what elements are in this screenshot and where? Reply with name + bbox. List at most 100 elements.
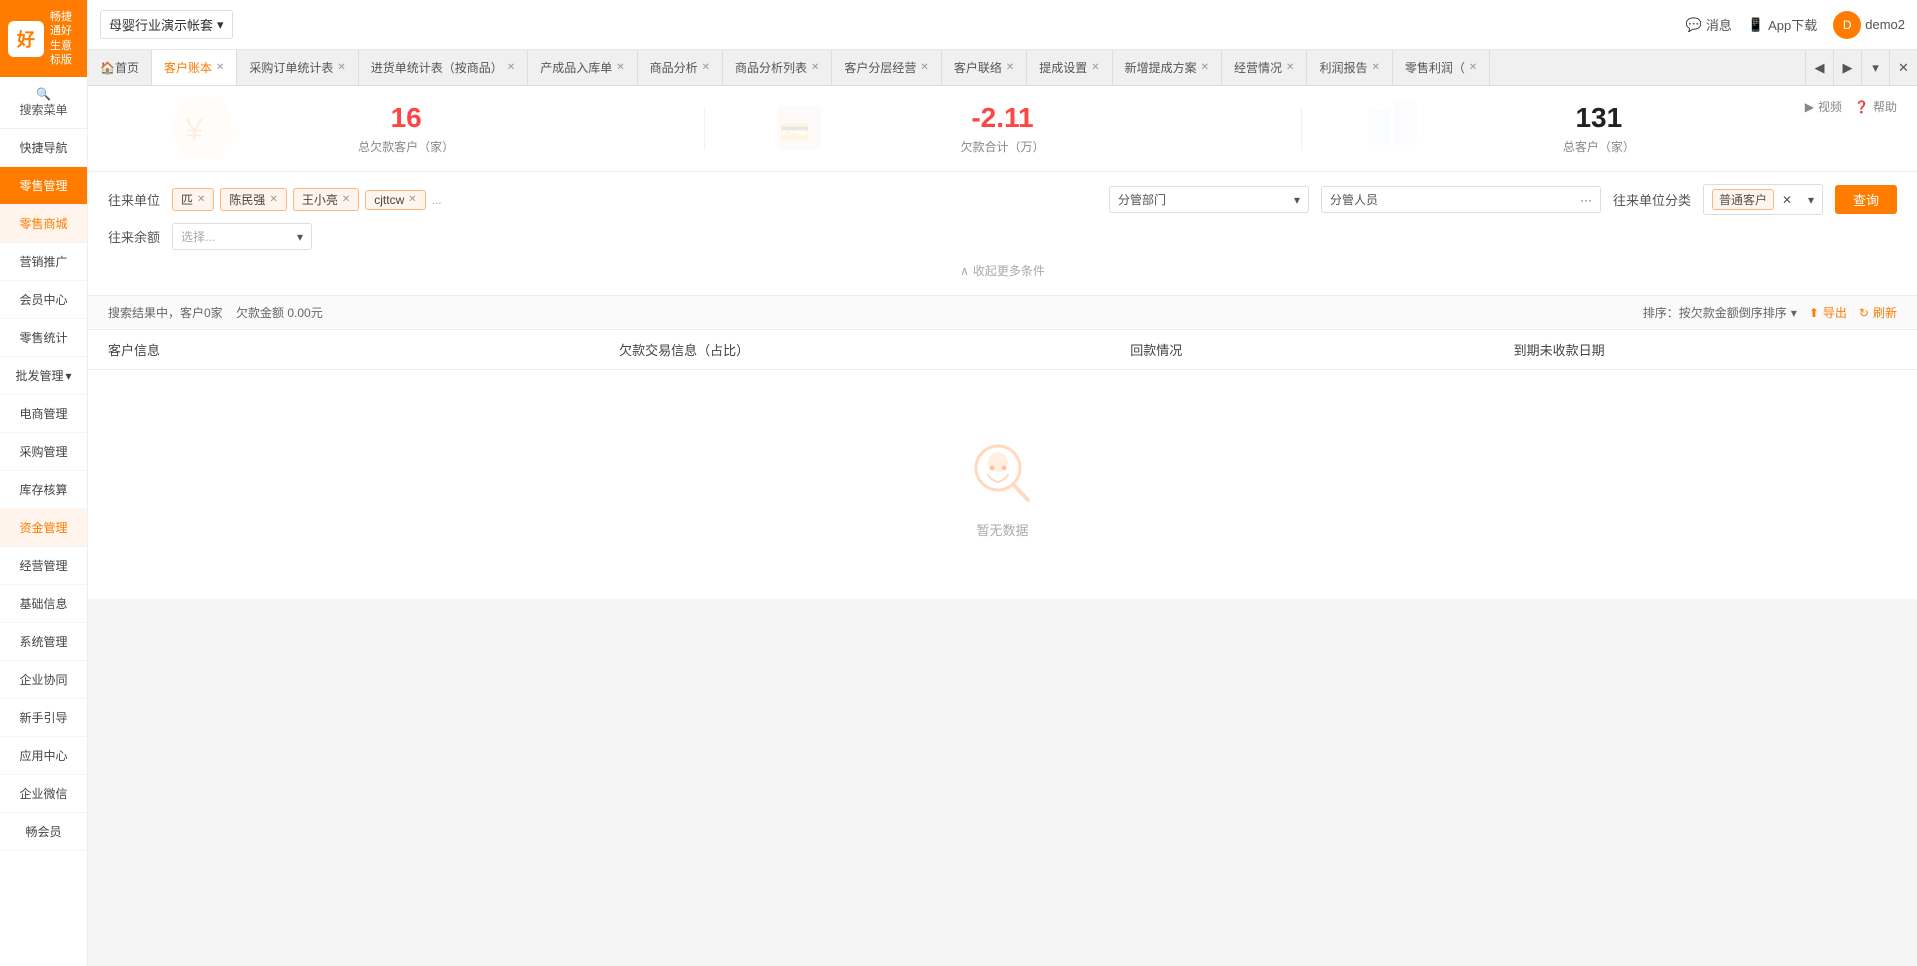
account-dropdown[interactable]: 母婴行业演示帐套 ▾	[100, 10, 233, 39]
sidebar-item-purchase[interactable]: 采购管理	[0, 433, 87, 471]
svg-text:¥: ¥	[184, 111, 203, 147]
chevron-down-dept-icon: ▾	[1294, 193, 1300, 207]
tab-retail-profit[interactable]: 零售利润（ ✕	[1393, 50, 1490, 85]
content: ¥ 16 总欠款客户（家） 💳 -2.11 欠款合计（万）	[88, 86, 1917, 966]
tab-product-inbound[interactable]: 产成品入库单 ✕	[528, 50, 637, 85]
person-select[interactable]: 分管人员 ···	[1321, 186, 1601, 213]
category-tag: 普通客户	[1712, 189, 1774, 210]
sidebar-item-wechat[interactable]: 企业微信	[0, 775, 87, 813]
sidebar-item-marketing[interactable]: 营销推广	[0, 243, 87, 281]
sidebar-item-search[interactable]: 🔍 搜索菜单	[0, 77, 87, 129]
sidebar-item-finance[interactable]: 资金管理	[0, 509, 87, 547]
empty-area: 暂无数据	[88, 370, 1917, 599]
messages-btn[interactable]: 💬 消息	[1686, 15, 1732, 34]
tab-close-profit-report[interactable]: ✕	[1371, 62, 1379, 73]
category-select[interactable]: 普通客户 ✕ ▾	[1703, 184, 1823, 215]
app-download-btn[interactable]: 📱 App下载	[1748, 15, 1817, 34]
sidebar-item-retail-mall[interactable]: 零售商城	[0, 205, 87, 243]
stat3-label: 总客户（家）	[1563, 138, 1635, 155]
help-icon: ❓	[1854, 100, 1869, 114]
collapse-btn[interactable]: ∧ 收起更多条件	[960, 262, 1045, 279]
tab-close-new-promotion[interactable]: ✕	[1201, 62, 1209, 73]
tab-customer-connect[interactable]: 客户联络 ✕	[942, 50, 1027, 85]
tabs-next-btn[interactable]: ▶	[1833, 50, 1861, 86]
filter-more-btn[interactable]: ...	[432, 193, 442, 207]
sidebar-item-quicknav[interactable]: 快捷导航	[0, 129, 87, 167]
video-btn[interactable]: ▶ 视频	[1805, 98, 1842, 115]
sidebar-item-newguide[interactable]: 新手引导	[0, 699, 87, 737]
logo-text: 畅捷通好生意 标版	[50, 10, 79, 67]
sidebar-item-ecommerce[interactable]: 电商管理	[0, 395, 87, 433]
chevron-down-icon: ▾	[217, 17, 224, 33]
tab-close-customer-connect[interactable]: ✕	[1006, 62, 1014, 73]
filter-row-2: 往来余额 选择... ▾	[108, 223, 1897, 250]
sidebar-item-wholesale[interactable]: 批发管理▾	[0, 357, 87, 395]
tab-close-purchase-orders[interactable]: ✕	[337, 62, 345, 73]
tabs-prev-btn[interactable]: ◀	[1805, 50, 1833, 86]
dept-select[interactable]: 分管部门 ▾	[1109, 186, 1309, 213]
filter-tags: 匹 ✕ 陈民强 ✕ 王小亮 ✕ cjttcw ✕ ...	[172, 188, 1097, 211]
sidebar-item-member[interactable]: 会员中心	[0, 281, 87, 319]
tabs-menu-btn[interactable]: ▾	[1861, 50, 1889, 86]
export-btn[interactable]: ⬆ 导出	[1809, 304, 1847, 321]
sidebar-item-appstore[interactable]: 应用中心	[0, 737, 87, 775]
user-avatar-btn[interactable]: D demo2	[1833, 11, 1905, 39]
tab-close-retail-profit[interactable]: ✕	[1469, 62, 1477, 73]
tab-inventory-stats[interactable]: 进货单统计表（按商品） ✕	[359, 50, 528, 85]
sidebar-item-retail[interactable]: 零售管理	[0, 167, 87, 205]
tab-operation[interactable]: 经营情况 ✕	[1222, 50, 1307, 85]
tab-close-promotion-settings[interactable]: ✕	[1091, 62, 1099, 73]
filter-tag-wangxiaoliang: 王小亮 ✕	[293, 188, 359, 211]
chevron-down-category-icon: ▾	[1808, 193, 1814, 207]
balance-select[interactable]: 选择... ▾	[172, 223, 312, 250]
sort-dropdown[interactable]: 排序：按欠款金额倒序排序 ▾	[1643, 304, 1797, 321]
stat-total-debtors: ¥ 16 总欠款客户（家）	[108, 102, 704, 155]
sidebar-item-inventory[interactable]: 库存核算	[0, 471, 87, 509]
refresh-btn[interactable]: ↻ 刷新	[1859, 304, 1897, 321]
collapse-bar: ∧ 收起更多条件	[108, 258, 1897, 283]
tab-product-analysis-list[interactable]: 商品分析列表 ✕	[723, 50, 832, 85]
help-btn[interactable]: ❓ 帮助	[1854, 98, 1897, 115]
sidebar-item-vip[interactable]: 畅会员	[0, 813, 87, 851]
sidebar-item-operation[interactable]: 经营管理	[0, 547, 87, 585]
svg-text:💳: 💳	[780, 119, 811, 146]
sidebar-item-enterprise[interactable]: 企业协同	[0, 661, 87, 699]
tab-promotion-settings[interactable]: 提成设置 ✕	[1027, 50, 1112, 85]
tab-accounts[interactable]: 客户账本 ✕	[152, 50, 237, 85]
sidebar-logo: 好 畅捷通好生意 标版	[0, 0, 87, 77]
category-label: 往来单位分类	[1613, 190, 1691, 209]
tab-close-operation[interactable]: ✕	[1286, 62, 1294, 73]
tab-close-accounts[interactable]: ✕	[216, 62, 224, 73]
chevron-down-sort-icon: ▾	[1791, 306, 1797, 320]
filter-tag-close-default[interactable]: ✕	[197, 194, 205, 205]
filter-tag-close-wangxiaoliang[interactable]: ✕	[342, 194, 350, 205]
tab-customer-segment[interactable]: 客户分层经营 ✕	[832, 50, 941, 85]
tab-close-product-analysis-list[interactable]: ✕	[811, 62, 819, 73]
filter-tag-cjttcw: cjttcw ✕	[365, 190, 425, 210]
filter-tag-close-chenminqiang[interactable]: ✕	[269, 194, 277, 205]
sidebar-item-basic[interactable]: 基础信息	[0, 585, 87, 623]
download-icon: 📱	[1748, 17, 1764, 33]
tab-close-inventory-stats[interactable]: ✕	[507, 62, 515, 73]
sidebar-item-retail-stats[interactable]: 零售统计	[0, 319, 87, 357]
table-header: 客户信息 欠款交易信息（占比） 回款情况 到期未收款日期	[88, 330, 1917, 370]
tab-close-product-analysis[interactable]: ✕	[702, 62, 710, 73]
tab-close-product-inbound[interactable]: ✕	[616, 62, 624, 73]
results-right: 排序：按欠款金额倒序排序 ▾ ⬆ 导出 ↻ 刷新	[1643, 304, 1897, 321]
tab-home[interactable]: 🏠 首页	[88, 50, 152, 85]
unit-label: 往来单位	[108, 190, 160, 209]
category-tag-close[interactable]: ✕	[1782, 193, 1792, 207]
tab-profit-report[interactable]: 利润报告 ✕	[1307, 50, 1392, 85]
tabs-close-all-btn[interactable]: ✕	[1889, 50, 1917, 86]
sidebar-item-system[interactable]: 系统管理	[0, 623, 87, 661]
results-bar: 搜索结果中，客户0家 欠款金额 0.00元 排序：按欠款金额倒序排序 ▾ ⬆ 导…	[88, 296, 1917, 330]
tab-purchase-orders[interactable]: 采购订单统计表 ✕	[237, 50, 358, 85]
tab-product-analysis[interactable]: 商品分析 ✕	[638, 50, 723, 85]
query-button[interactable]: 查询	[1835, 185, 1897, 214]
tab-new-promotion[interactable]: 新增提成方案 ✕	[1113, 50, 1222, 85]
message-icon: 💬	[1686, 17, 1702, 33]
tab-close-customer-segment[interactable]: ✕	[920, 62, 928, 73]
more-person-icon: ···	[1580, 193, 1592, 207]
filter-tag-close-cjttcw[interactable]: ✕	[408, 194, 416, 205]
debt-bg-icon: 💳	[764, 92, 834, 165]
